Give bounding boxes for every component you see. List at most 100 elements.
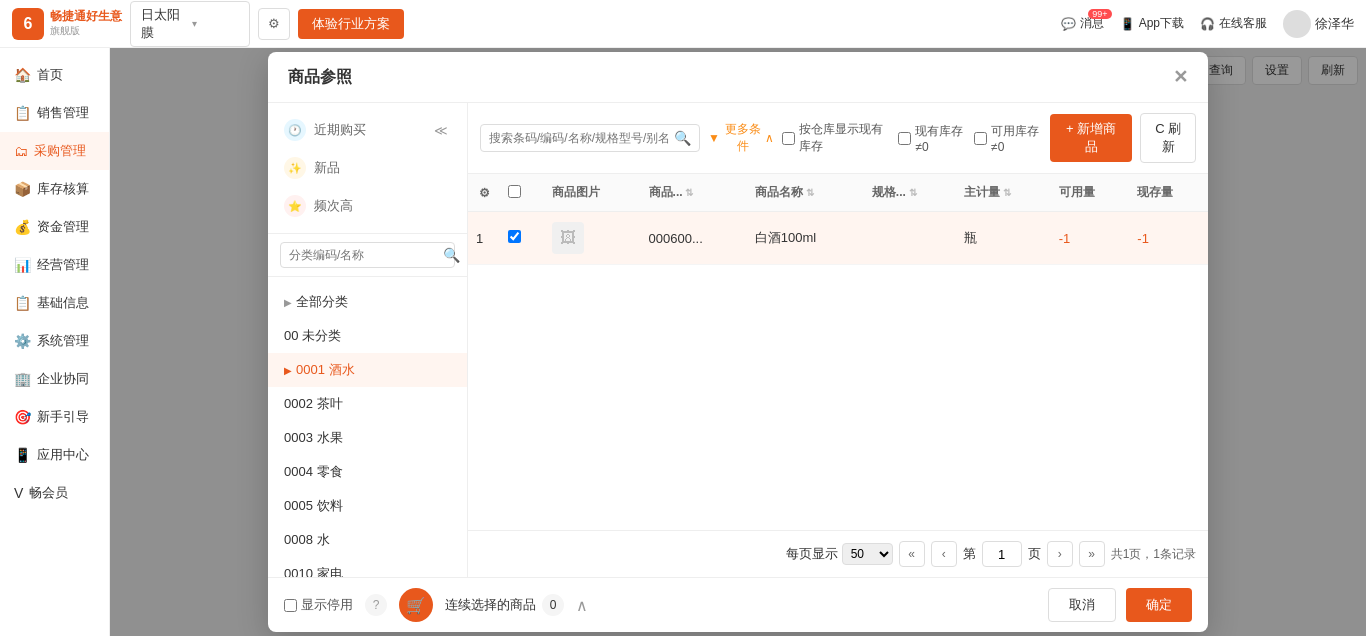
checkbox-available[interactable] (974, 132, 987, 145)
modal-overlay: 商品参照 ✕ 🕐 近期购买 ≪ (110, 48, 1366, 636)
category-0005[interactable]: 0005 饮料 (268, 489, 467, 523)
refresh-btn[interactable]: C 刷新 (1140, 113, 1196, 163)
system-icon: ⚙️ (14, 333, 31, 349)
page-next-btn[interactable]: › (1047, 541, 1073, 567)
modal-body: 🕐 近期购买 ≪ ✨ 新品 ⭐ 频次高 (268, 103, 1208, 577)
filter-arrow-icon: ∧ (765, 131, 774, 145)
avatar (1283, 10, 1311, 38)
category-search-input[interactable] (289, 248, 439, 262)
toolbar: 🔍 ▼ 更多条件 ∧ 按仓库显示现有库存 (468, 103, 1208, 174)
per-page-select[interactable]: 10 20 50 100 (842, 543, 893, 565)
product-table: ⚙ 商品图片 商品... 商品名称 规格... 主计量 可用量 现存量 (468, 174, 1208, 265)
checkbox-warehouse-text: 按仓库显示现有库存 (799, 121, 890, 155)
show-disabled-text: 显示停用 (301, 596, 353, 614)
col-code[interactable]: 商品... (641, 174, 747, 212)
sidebar-item-guide[interactable]: 🎯 新手引导 (0, 398, 109, 436)
col-spec[interactable]: 规格... (864, 174, 956, 212)
continuous-select-area: 连续选择的商品 0 (445, 594, 564, 616)
cell-num: 1 (468, 212, 500, 265)
store-selector[interactable]: 日太阳膜 ▾ (130, 1, 250, 47)
category-00-label: 00 未分类 (284, 327, 341, 345)
quick-nav-new[interactable]: ✨ 新品 (268, 149, 467, 187)
add-product-btn[interactable]: + 新增商品 (1050, 114, 1133, 162)
category-0004-label: 0004 零食 (284, 463, 343, 481)
product-search-icon[interactable]: 🔍 (674, 130, 691, 146)
category-00[interactable]: 00 未分类 (268, 319, 467, 353)
product-search-input[interactable] (489, 131, 670, 145)
app-download-btn[interactable]: 📱 App下载 (1120, 15, 1184, 32)
sidebar-item-sales[interactable]: 📋 销售管理 (0, 94, 109, 132)
sidebar-label-finance: 资金管理 (37, 218, 89, 236)
page-first-btn[interactable]: « (899, 541, 925, 567)
sidebar-item-basic[interactable]: 📋 基础信息 (0, 284, 109, 322)
cell-name: 白酒100ml (747, 212, 864, 265)
category-search-icon[interactable]: 🔍 (443, 247, 460, 263)
inventory-icon: 📦 (14, 181, 31, 197)
page-prev-btn[interactable]: ‹ (931, 541, 957, 567)
cancel-button[interactable]: 取消 (1048, 588, 1116, 622)
sidebar-item-home[interactable]: 🏠 首页 (0, 56, 109, 94)
category-0003[interactable]: 0003 水果 (268, 421, 467, 455)
page-number-input[interactable] (982, 541, 1022, 567)
product-search-box[interactable]: 🔍 (480, 124, 700, 152)
category-0002[interactable]: 0002 茶叶 (268, 387, 467, 421)
settings-button[interactable]: ⚙ (258, 8, 290, 40)
sidebar-item-member[interactable]: V 畅会员 (0, 474, 109, 512)
row-checkbox[interactable] (508, 230, 521, 243)
brand-name: 畅捷通好生意 (50, 9, 122, 25)
sidebar-label-basic: 基础信息 (37, 294, 89, 312)
checkbox-warehouse-label[interactable]: 按仓库显示现有库存 (782, 121, 890, 155)
guide-icon: 🎯 (14, 409, 31, 425)
page-size-selector[interactable]: 每页显示 10 20 50 100 (786, 543, 893, 565)
category-0010[interactable]: 0010 家电 (268, 557, 467, 577)
select-all-checkbox[interactable] (508, 185, 521, 198)
purchase-icon: 🗂 (14, 143, 28, 159)
sidebar-item-finance[interactable]: 💰 资金管理 (0, 208, 109, 246)
user-area[interactable]: 徐泽华 (1283, 10, 1354, 38)
cart-icon-btn[interactable]: 🛒 (399, 588, 433, 622)
sidebar-item-operation[interactable]: 📊 经营管理 (0, 246, 109, 284)
more-filters-btn[interactable]: ▼ 更多条件 ∧ (708, 121, 774, 155)
col-settings[interactable]: ⚙ (468, 174, 500, 212)
checkbox-stock[interactable] (898, 132, 911, 145)
modal-close-button[interactable]: ✕ (1173, 66, 1188, 88)
table-row[interactable]: 1 🖼 000600... 白酒100ml 瓶 (468, 212, 1208, 265)
category-all[interactable]: ▶ 全部分类 (268, 285, 467, 319)
checkbox-warehouse[interactable] (782, 132, 795, 145)
member-icon: V (14, 485, 23, 501)
cell-check[interactable] (500, 212, 544, 265)
username: 徐泽华 (1315, 15, 1354, 33)
cat-0001-arrow-icon: ▶ (284, 365, 292, 376)
col-image: 商品图片 (544, 174, 641, 212)
experience-btn[interactable]: 体验行业方案 (298, 9, 404, 39)
help-icon-btn[interactable]: ? (365, 594, 387, 616)
sales-icon: 📋 (14, 105, 31, 121)
category-0008[interactable]: 0008 水 (268, 523, 467, 557)
quick-nav-recent[interactable]: 🕐 近期购买 ≪ (268, 111, 467, 149)
col-name[interactable]: 商品名称 (747, 174, 864, 212)
online-service-btn[interactable]: 🎧 在线客服 (1200, 15, 1267, 32)
category-search-box[interactable]: 🔍 (280, 242, 455, 268)
sidebar-item-purchase[interactable]: 🗂 采购管理 (0, 132, 109, 170)
quick-nav-freq[interactable]: ⭐ 频次高 (268, 187, 467, 225)
category-0004[interactable]: 0004 零食 (268, 455, 467, 489)
sidebar-item-inventory[interactable]: 📦 库存核算 (0, 170, 109, 208)
checkbox-available-label[interactable]: 可用库存≠0 (974, 123, 1042, 154)
footer-collapse-icon[interactable]: ∧ (576, 596, 588, 615)
left-panel: 🕐 近期购买 ≪ ✨ 新品 ⭐ 频次高 (268, 103, 468, 577)
col-check[interactable] (500, 174, 544, 212)
left-collapse-icon[interactable]: ≪ (431, 120, 451, 140)
sidebar-item-apps[interactable]: 📱 应用中心 (0, 436, 109, 474)
show-disabled-checkbox[interactable] (284, 599, 297, 612)
sidebar-item-system[interactable]: ⚙️ 系统管理 (0, 322, 109, 360)
checkbox-stock-label[interactable]: 现有库存≠0 (898, 123, 966, 154)
messages-btn[interactable]: 💬 消息 99+ (1061, 15, 1104, 32)
confirm-button[interactable]: 确定 (1126, 588, 1192, 622)
show-disabled-label[interactable]: 显示停用 (284, 596, 353, 614)
page-last-btn[interactable]: » (1079, 541, 1105, 567)
sidebar-item-enterprise[interactable]: 🏢 企业协同 (0, 360, 109, 398)
col-unit[interactable]: 主计量 (956, 174, 1051, 212)
headset-icon: 🎧 (1200, 17, 1215, 31)
page-summary: 共1页，1条记录 (1111, 546, 1196, 563)
category-0001[interactable]: ▶ 0001 酒水 (268, 353, 467, 387)
